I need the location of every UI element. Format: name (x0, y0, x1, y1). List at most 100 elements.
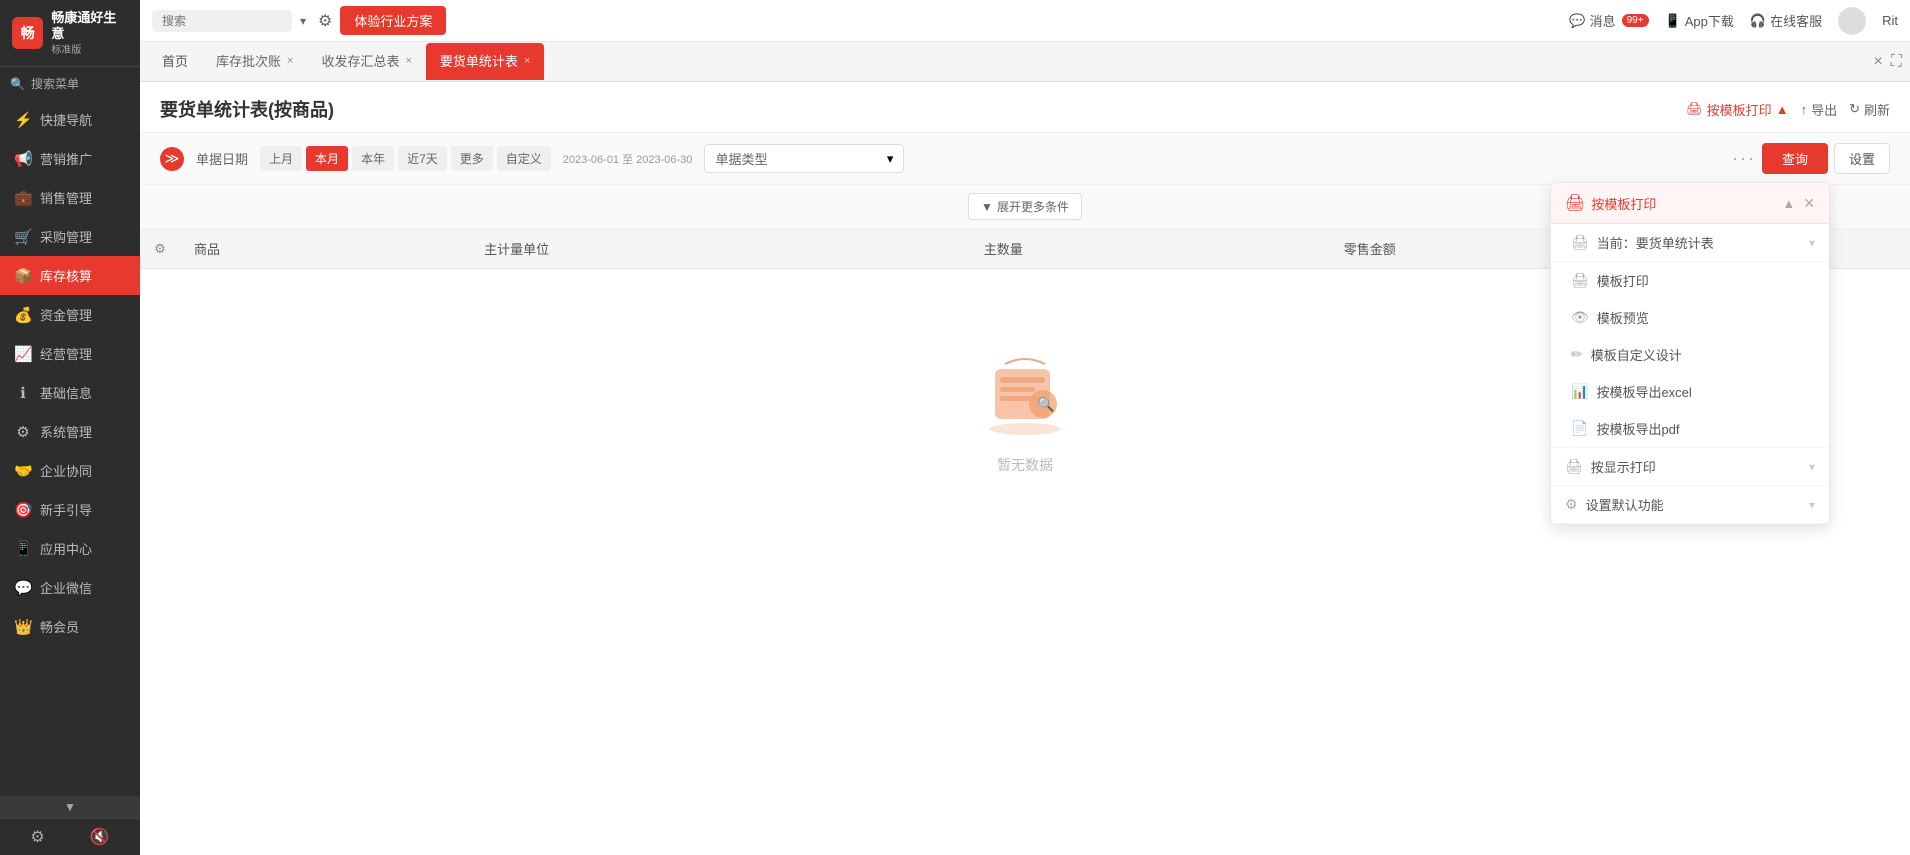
query-btn[interactable]: 查询 (1762, 143, 1828, 174)
basic-icon: ℹ (14, 384, 32, 402)
date-last-month-btn[interactable]: 上月 (260, 146, 302, 171)
footer-settings-btn[interactable]: ⚙ (30, 827, 44, 847)
print-template-dropdown: 🖨 按模板打印 ▲ ✕ 🖨 当前：要货单统计表 ▾ 🖨 (1550, 182, 1830, 525)
sidebar-item-label: 应用中心 (40, 539, 92, 558)
sidebar-item-label: 企业微信 (40, 578, 92, 597)
dropdown-item-template-preview[interactable]: 👁 模板预览 (1551, 299, 1829, 336)
guide-icon: 🎯 (14, 501, 32, 519)
sidebar-item-operations[interactable]: 📈 经营管理 (0, 334, 140, 373)
expand-more-conditions-btn[interactable]: ▼ 展开更多条件 (968, 193, 1082, 220)
sidebar-item-label: 系统管理 (40, 422, 92, 441)
tab-close-2[interactable]: × (405, 55, 411, 67)
topbar: ▾ ⚙ 体验行业方案 💬 消息 99+ 📱 App下载 🎧 在线客服 Rit (140, 0, 1910, 42)
print-template-btn[interactable]: 🖨 按模板打印 ▲ (1686, 100, 1788, 119)
dropdown-title-label: 按模板打印 (1591, 194, 1656, 213)
default-function-header[interactable]: ⚙ 设置默认功能 ▾ (1551, 486, 1829, 523)
select-dropdown-icon: ▾ (887, 151, 894, 167)
tab-close-3[interactable]: × (524, 55, 530, 67)
dropdown-current-template[interactable]: 🖨 当前：要货单统计表 ▾ (1551, 224, 1829, 261)
sales-icon: 💼 (14, 189, 32, 207)
template-print-icon: 🖨 (1571, 272, 1589, 289)
dropdown-chevron-btn[interactable]: ▲ (1782, 196, 1795, 211)
export-btn[interactable]: ↑ 导出 (1801, 100, 1838, 119)
filter-expand-btn[interactable]: ≫ (160, 147, 184, 171)
expand-more-label: 展开更多条件 (997, 198, 1069, 215)
sidebar-item-label: 企业协同 (40, 461, 92, 480)
sidebar-item-label: 销售管理 (40, 188, 92, 207)
dropdown-header-actions: ▲ ✕ (1782, 195, 1815, 212)
tab-order-stats-label: 要货单统计表 (440, 51, 518, 70)
sidebar-item-enterprise[interactable]: 🤝 企业协同 (0, 451, 140, 490)
dropdown-item-export-excel[interactable]: 📊 按模板导出excel (1551, 373, 1829, 410)
user-avatar[interactable] (1838, 7, 1866, 35)
sidebar-item-guide[interactable]: 🎯 新手引导 (0, 490, 140, 529)
sidebar: 畅 畅康通好生意 标准版 🔍 搜索菜单 ⚡ 快捷导航 📢 营销推广 💼 销售管理… (0, 0, 140, 855)
sidebar-item-finance[interactable]: 💰 资金管理 (0, 295, 140, 334)
finance-icon: 💰 (14, 306, 32, 324)
topbar-app-download[interactable]: 📱 App下载 (1665, 11, 1734, 30)
topbar-online-service[interactable]: 🎧 在线客服 (1750, 11, 1822, 30)
sidebar-item-basic[interactable]: ℹ 基础信息 (0, 373, 140, 412)
tab-home[interactable]: 首页 (148, 43, 202, 80)
sidebar-search-label: 搜索菜单 (31, 75, 79, 92)
inventory-icon: 📦 (14, 267, 32, 285)
sidebar-item-label: 库存核算 (40, 266, 92, 285)
display-print-label: 按显示打印 (1591, 457, 1809, 476)
sidebar-item-wechat[interactable]: 💬 企业微信 (0, 568, 140, 607)
app-badge: 标准版 (51, 41, 128, 56)
dropdown-item-template-print[interactable]: 🖨 模板打印 (1551, 262, 1829, 299)
date-7days-btn[interactable]: 近7天 (398, 146, 447, 171)
tab-order-stats[interactable]: 要货单统计表 × (426, 43, 544, 80)
quick-nav-icon: ⚡ (14, 111, 32, 129)
column-settings-icon[interactable]: ⚙ (154, 241, 166, 256)
date-current-month-btn[interactable]: 本月 (306, 146, 348, 171)
refresh-btn[interactable]: ↻ 刷新 (1849, 100, 1890, 119)
print-chevron-icon: ▲ (1776, 102, 1789, 117)
apps-icon: 📱 (14, 540, 32, 558)
sidebar-item-purchase[interactable]: 🛒 采购管理 (0, 217, 140, 256)
dropdown-close-btn[interactable]: ✕ (1803, 195, 1815, 212)
sidebar-item-marketing[interactable]: 📢 营销推广 (0, 139, 140, 178)
date-range-display: 2023-06-01 至 2023-06-30 (563, 151, 693, 167)
topbar-messages[interactable]: 💬 消息 99+ (1569, 11, 1648, 30)
page-actions: 🖨 按模板打印 ▲ ↑ 导出 ↻ 刷新 (1686, 100, 1890, 119)
trial-btn[interactable]: 体验行业方案 (340, 6, 446, 35)
sidebar-item-quick-nav[interactable]: ⚡ 快捷导航 (0, 100, 140, 139)
footer-audio-btn[interactable]: 🔇 (90, 827, 110, 847)
display-print-arrow: ▾ (1809, 460, 1815, 474)
sidebar-search-menu[interactable]: 🔍 搜索菜单 (0, 67, 140, 100)
export-pdf-label: 按模板导出pdf (1596, 419, 1815, 438)
filter-settings-btn[interactable]: 设置 (1834, 143, 1890, 174)
current-template-label: 当前：要货单统计表 (1597, 233, 1809, 252)
sidebar-item-member[interactable]: 👑 畅会员 (0, 607, 140, 646)
sidebar-item-sales[interactable]: 💼 销售管理 (0, 178, 140, 217)
marketing-icon: 📢 (14, 150, 32, 168)
dropdown-item-template-design[interactable]: ✏ 模板自定义设计 (1551, 336, 1829, 373)
tab-window-max-btn[interactable]: ⛶ (1891, 53, 1902, 71)
tab-window-close-btn[interactable]: × (1873, 53, 1882, 71)
dropdown-item-export-pdf[interactable]: 📄 按模板导出pdf (1551, 410, 1829, 447)
sidebar-item-label: 新手引导 (40, 500, 92, 519)
topbar-search-input[interactable] (152, 10, 292, 32)
display-print-header[interactable]: 🖨 按显示打印 ▾ (1551, 448, 1829, 485)
print-label: 按模板打印 (1707, 100, 1772, 119)
app-logo-text: 畅康通好生意 标准版 (51, 10, 128, 56)
tab-inventory-batch-label: 库存批次账 (216, 51, 281, 70)
date-year-btn[interactable]: 本年 (352, 146, 394, 171)
filter-more-btn[interactable]: ··· (1732, 148, 1756, 169)
table-col-settings[interactable]: ⚙ (140, 229, 180, 269)
sidebar-item-system[interactable]: ⚙ 系统管理 (0, 412, 140, 451)
order-type-select[interactable]: 单据类型 ▾ (704, 144, 904, 173)
date-more-btn[interactable]: 更多 (451, 146, 493, 171)
tab-receipt-summary[interactable]: 收发存汇总表 × (307, 43, 425, 80)
dropdown-print-icon: 🖨 (1565, 193, 1585, 213)
date-custom-btn[interactable]: 自定义 (497, 146, 551, 171)
sidebar-item-inventory[interactable]: 📦 库存核算 (0, 256, 140, 295)
sidebar-scroll-down[interactable]: ▼ (0, 796, 140, 818)
tab-close-1[interactable]: × (287, 55, 293, 67)
topbar-settings-btn[interactable]: ⚙ (318, 11, 332, 31)
topbar-dropdown-btn[interactable]: ▾ (300, 14, 306, 28)
svg-text:🔍: 🔍 (1037, 395, 1054, 413)
tab-inventory-batch[interactable]: 库存批次账 × (202, 43, 307, 80)
sidebar-item-apps[interactable]: 📱 应用中心 (0, 529, 140, 568)
